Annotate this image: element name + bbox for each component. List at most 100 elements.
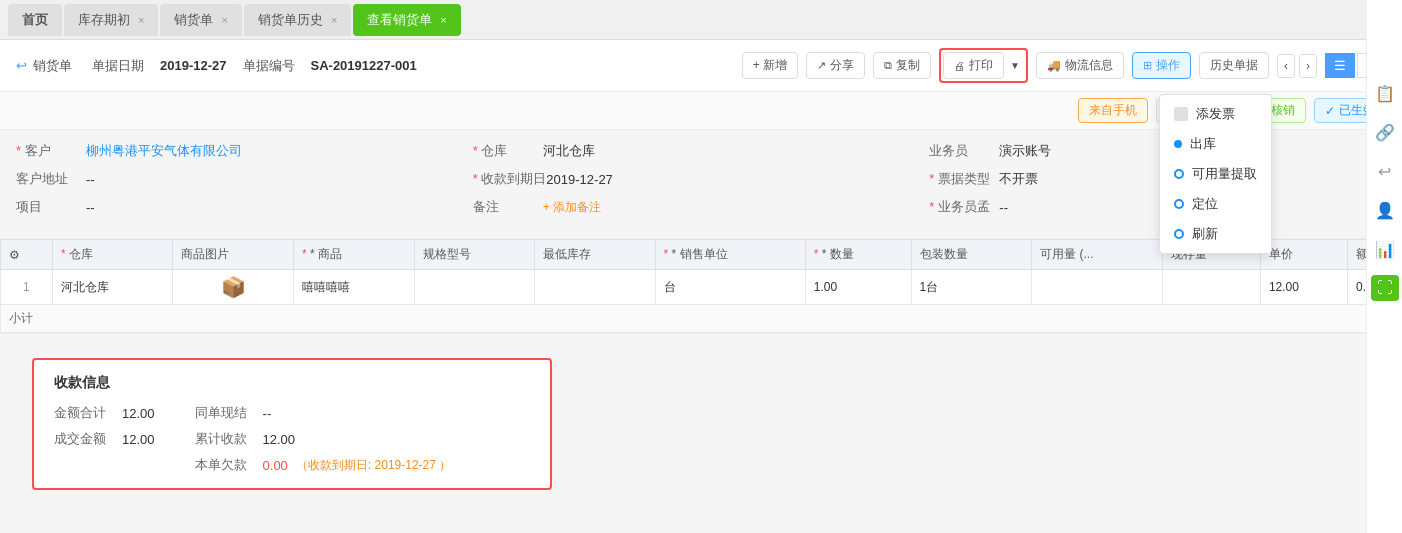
available-qty-label: 可用量提取 <box>1192 165 1257 183</box>
right-sidebar: 📋 🔗 ↩ 👤 📊 ⛶ <box>1366 0 1402 514</box>
available-qty-dot <box>1174 169 1184 179</box>
due-date-field: 收款到期日 2019-12-27 <box>473 170 930 188</box>
tab-inventory[interactable]: 库存期初 × <box>64 4 158 36</box>
address-field: 客户地址 -- <box>16 170 473 188</box>
tab-bar: 首页 库存期初 × 销货单 × 销货单历史 × 查看销货单 × × <box>0 0 1402 40</box>
list-view-button[interactable]: ☰ <box>1325 53 1355 78</box>
sidebar-expand-icon[interactable]: ⛶ <box>1371 275 1399 301</box>
history-button[interactable]: 历史单据 <box>1199 52 1269 79</box>
operations-button[interactable]: ⊞ 操作 <box>1132 52 1191 79</box>
refresh-dot <box>1174 229 1184 239</box>
col-gear[interactable]: ⚙ <box>1 240 53 270</box>
row-min-stock <box>535 270 656 305</box>
row-product: 嘻嘻嘻嘻 <box>293 270 414 305</box>
salesperson2-label: 业务员孟 <box>929 198 999 216</box>
close-inventory-tab[interactable]: × <box>138 14 144 26</box>
row-pack-qty: 1台 <box>911 270 1032 305</box>
due-date-label: 收款到期日 <box>473 170 547 188</box>
print-dropdown-arrow[interactable]: ▼ <box>1006 60 1024 71</box>
col-qty: * 数量 <box>805 240 911 270</box>
locate-item[interactable]: 定位 <box>1160 189 1271 219</box>
col-unit: * 销售单位 <box>655 240 805 270</box>
payment-title: 收款信息 <box>54 374 530 392</box>
col-pack-qty: 包装数量 <box>911 240 1032 270</box>
operations-label: 操作 <box>1156 57 1180 74</box>
same-label: 同单现结 <box>195 404 255 422</box>
col-unit-price: 单价 <box>1260 240 1347 270</box>
sidebar-link-icon[interactable]: 🔗 <box>1371 119 1399 146</box>
row-spec <box>414 270 535 305</box>
date-value: 2019-12-27 <box>160 58 227 73</box>
from-phone-button[interactable]: 来自手机 <box>1078 98 1148 123</box>
total-value: 12.00 <box>122 406 155 421</box>
address-value: -- <box>86 172 95 187</box>
sidebar-chart-icon[interactable]: 📊 <box>1371 236 1399 263</box>
row-stock <box>1162 270 1260 305</box>
col-warehouse: 仓库 <box>52 240 173 270</box>
add-invoice-item[interactable]: 添发票 <box>1160 99 1271 129</box>
logistics-button[interactable]: 🚚 物流信息 <box>1036 52 1124 79</box>
sidebar-doc-icon[interactable]: 📋 <box>1371 80 1399 107</box>
locate-label: 定位 <box>1192 195 1218 213</box>
date-label: 单据日期 <box>92 57 144 75</box>
copy-label: 复制 <box>896 57 920 74</box>
tab-view-sales[interactable]: 查看销货单 × <box>353 4 460 36</box>
locate-dot <box>1174 199 1184 209</box>
warehouse-value: 河北仓库 <box>543 142 595 160</box>
table-row: 1 河北仓库 📦 嘻嘻嘻嘻 台 1.00 1台 12.00 <box>1 270 1402 305</box>
due-label: 本单欠款 <box>195 456 255 474</box>
close-sales-history-tab[interactable]: × <box>331 14 337 26</box>
row-num: 1 <box>1 270 53 305</box>
due-value: 0.00 <box>263 458 288 473</box>
customer-value[interactable]: 柳州粤港平安气体有限公司 <box>86 142 242 160</box>
from-phone-label: 来自手机 <box>1089 102 1137 119</box>
salesperson2-field: 业务员孟 -- <box>929 198 1386 216</box>
tab-sales-history[interactable]: 销货单历史 × <box>244 4 351 36</box>
add-note-button[interactable]: 添加备注 <box>543 199 601 216</box>
refresh-item[interactable]: 刷新 <box>1160 219 1271 249</box>
col-min-stock: 最低库存 <box>535 240 656 270</box>
share-button[interactable]: ↗ 分享 <box>806 52 865 79</box>
available-qty-item[interactable]: 可用量提取 <box>1160 159 1271 189</box>
copy-button[interactable]: ⧉ 复制 <box>873 52 931 79</box>
row-warehouse: 河北仓库 <box>52 270 173 305</box>
print-button[interactable]: 🖨 打印 <box>943 52 1004 79</box>
doc-meta: 单据日期 2019-12-27 单据编号 SA-20191227-001 <box>92 57 417 75</box>
payment-due-row: 本单欠款 0.00 （收款到期日: 2019-12-27 ） <box>195 456 452 474</box>
tab-home[interactable]: 首页 <box>8 4 62 36</box>
operations-dropdown: 添发票 出库 可用量提取 定位 刷新 <box>1159 94 1272 254</box>
new-button[interactable]: + 新增 <box>742 52 798 79</box>
total-label: 金额合计 <box>54 404 114 422</box>
close-view-sales-tab[interactable]: × <box>440 14 446 26</box>
due-note: （收款到期日: 2019-12-27 ） <box>296 457 451 474</box>
payment-col-right: 同单现结 -- 累计收款 12.00 本单欠款 0.00 （收款到期日: 201… <box>195 404 452 474</box>
payment-col-left: 金额合计 12.00 成交金额 12.00 <box>54 404 155 474</box>
customer-field: 客户 柳州粤港平安气体有限公司 <box>16 142 473 160</box>
number-label: 单据编号 <box>243 57 295 75</box>
sidebar-user-icon[interactable]: 👤 <box>1371 197 1399 224</box>
salesperson2-value: -- <box>999 200 1008 215</box>
share-label: 分享 <box>830 57 854 74</box>
refresh-label: 刷新 <box>1192 225 1218 243</box>
doc-type: ↩ 销货单 <box>16 57 72 75</box>
prev-button[interactable]: ‹ <box>1277 54 1295 78</box>
sidebar-reply-icon[interactable]: ↩ <box>1374 158 1395 185</box>
subtotal-row: 小计 <box>1 305 1402 333</box>
logistics-label: 物流信息 <box>1065 57 1113 74</box>
close-sales-tab[interactable]: × <box>221 14 227 26</box>
project-value: -- <box>86 200 95 215</box>
add-invoice-icon <box>1174 107 1188 121</box>
payment-cumulative-row: 累计收款 12.00 <box>195 430 452 448</box>
project-field: 项目 -- <box>16 198 473 216</box>
print-label: 打印 <box>969 57 993 74</box>
note-label: 备注 <box>473 198 543 216</box>
cumulative-value: 12.00 <box>263 432 296 447</box>
outbound-item[interactable]: 出库 <box>1160 129 1271 159</box>
next-button[interactable]: › <box>1299 54 1317 78</box>
ticket-type-value: 不开票 <box>999 170 1038 188</box>
tab-view-sales-label: 查看销货单 <box>367 11 432 29</box>
tab-home-label: 首页 <box>22 11 48 29</box>
col-product: * 商品 <box>293 240 414 270</box>
due-date-value: 2019-12-27 <box>546 172 613 187</box>
tab-sales[interactable]: 销货单 × <box>160 4 241 36</box>
